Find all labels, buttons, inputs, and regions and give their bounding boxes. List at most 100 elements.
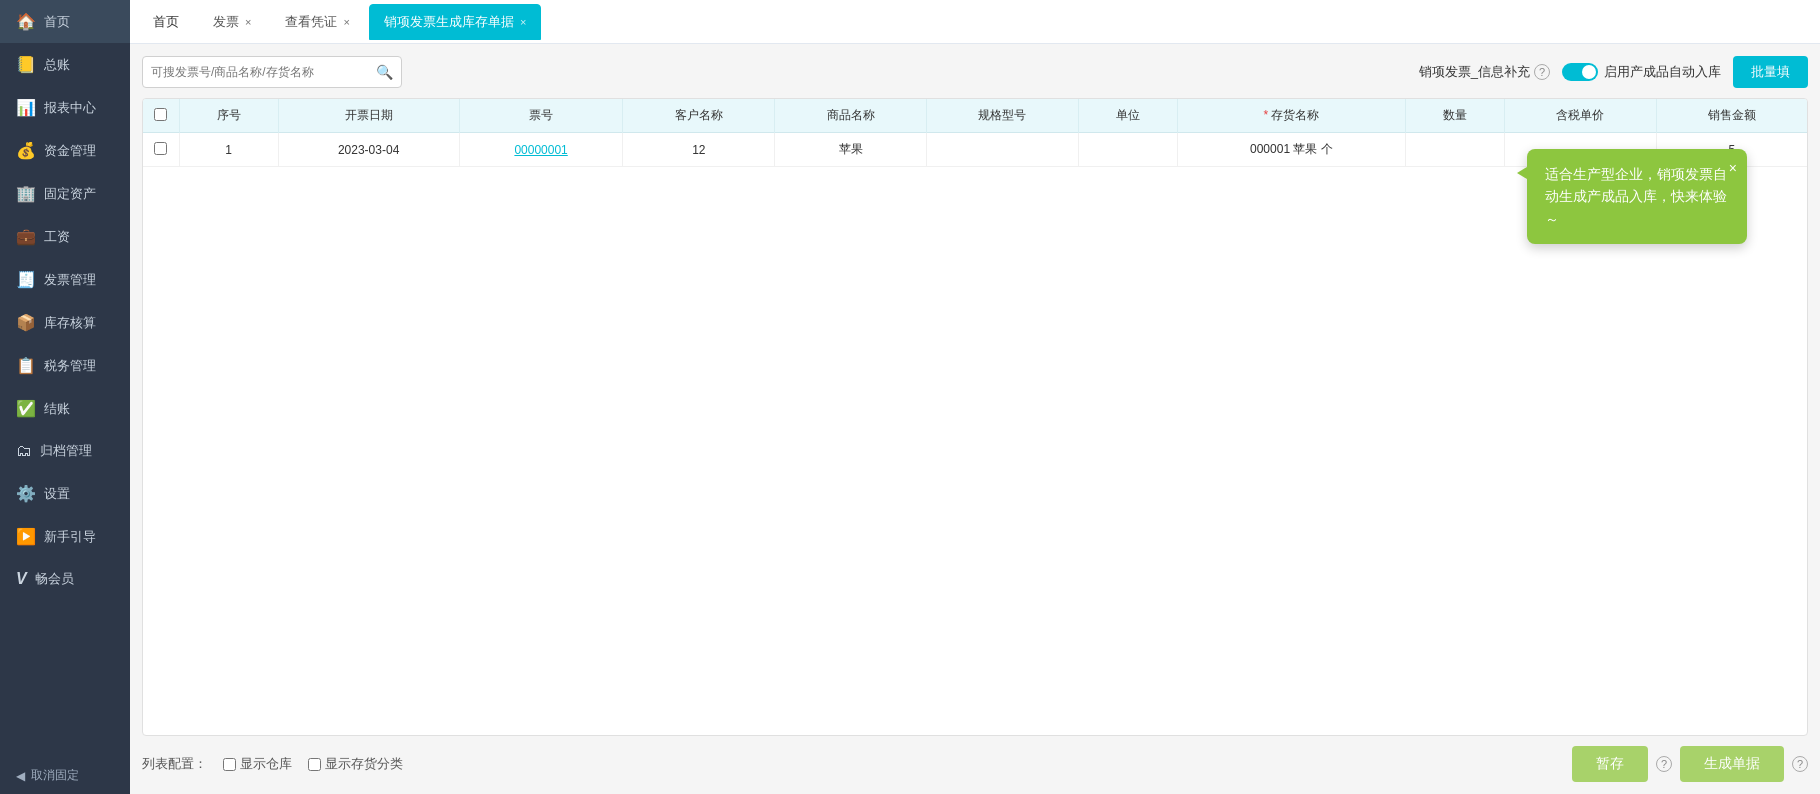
- tab-cancel-invoice-close[interactable]: ×: [520, 16, 526, 28]
- save-help-icon[interactable]: ?: [1656, 756, 1672, 772]
- tab-home[interactable]: 首页: [138, 4, 194, 40]
- search-wrap[interactable]: 🔍: [142, 56, 402, 88]
- tab-cancel-invoice-label: 销项发票生成库存单据: [384, 13, 514, 31]
- sidebar-item-label: 新手引导: [44, 528, 96, 546]
- sidebar-item-reports[interactable]: 📊 报表中心: [0, 86, 130, 129]
- sidebar-item-fixed-assets[interactable]: 🏢 固定资产: [0, 172, 130, 215]
- tooltip-popup: × 适合生产型企业，销项发票自动生成产成品入库，快来体验～: [1527, 149, 1747, 244]
- sidebar-item-inventory[interactable]: 📦 库存核算: [0, 301, 130, 344]
- toolbar-row: 🔍 销项发票_信息补充 ? 启用产成品自动入库 批量填: [142, 56, 1808, 88]
- row-checkbox[interactable]: [154, 142, 167, 155]
- header-unit: 单位: [1078, 99, 1177, 133]
- generate-button[interactable]: 生成单据: [1680, 746, 1784, 782]
- tax-icon: 📋: [16, 356, 36, 375]
- ticket-no-link[interactable]: 00000001: [514, 143, 567, 157]
- ledger-icon: 📒: [16, 55, 36, 74]
- unpin-label: 取消固定: [31, 767, 79, 784]
- show-warehouse-checkbox[interactable]: [223, 758, 236, 771]
- header-unit-price: 含税单价: [1504, 99, 1656, 133]
- tab-home-label: 首页: [153, 13, 179, 31]
- page-content: 🔍 销项发票_信息补充 ? 启用产成品自动入库 批量填: [130, 44, 1820, 794]
- unpin-button[interactable]: ◀ 取消固定: [0, 757, 130, 794]
- save-button[interactable]: 暂存: [1572, 746, 1648, 782]
- generate-help-icon[interactable]: ?: [1792, 756, 1808, 772]
- sidebar-item-label: 设置: [44, 485, 70, 503]
- select-all-checkbox[interactable]: [154, 108, 167, 121]
- table-header-row: 序号 开票日期 票号 客户名称 商品名称 规格型号 单位 存货名称 数量 含税单…: [143, 99, 1807, 133]
- bottom-bar: 列表配置： 显示仓库 显示存货分类 暂存 ? 生成单据 ?: [142, 736, 1808, 782]
- batch-fill-button[interactable]: 批量填: [1733, 56, 1808, 88]
- sidebar-item-payroll[interactable]: 💼 工资: [0, 215, 130, 258]
- tab-bar: 首页 发票 × 查看凭证 × 销项发票生成库存单据 ×: [130, 0, 1820, 44]
- assets-icon: 🏢: [16, 184, 36, 203]
- header-ticket-no: 票号: [459, 99, 623, 133]
- inventory-icon: 📦: [16, 313, 36, 332]
- tab-invoice-close[interactable]: ×: [245, 16, 251, 28]
- vip-icon: V: [16, 570, 27, 588]
- sidebar-item-label: 固定资产: [44, 185, 96, 203]
- row-quantity: [1405, 133, 1504, 167]
- row-unit: [1078, 133, 1177, 167]
- sidebar-item-general-ledger[interactable]: 📒 总账: [0, 43, 130, 86]
- tab-view-voucher[interactable]: 查看凭证 ×: [270, 4, 364, 40]
- settings-icon: ⚙️: [16, 484, 36, 503]
- sidebar-item-label: 结账: [44, 400, 70, 418]
- archive-icon: 🗂: [16, 442, 32, 460]
- tab-invoice-label: 发票: [213, 13, 239, 31]
- row-seq: 1: [179, 133, 278, 167]
- sidebar-item-settlement[interactable]: ✅ 结账: [0, 387, 130, 430]
- row-product: 苹果: [775, 133, 927, 167]
- row-spec: [927, 133, 1079, 167]
- sidebar-item-label: 畅会员: [35, 570, 74, 588]
- header-spec: 规格型号: [927, 99, 1079, 133]
- sidebar-item-label: 工资: [44, 228, 70, 246]
- header-inventory-name: 存货名称: [1177, 99, 1405, 133]
- row-ticket-no[interactable]: 00000001: [459, 133, 623, 167]
- show-warehouse-label[interactable]: 显示仓库: [223, 755, 292, 773]
- sidebar-item-label: 报表中心: [44, 99, 96, 117]
- auto-warehouse-toggle[interactable]: [1562, 63, 1598, 81]
- sidebar-item-tax-mgmt[interactable]: 📋 税务管理: [0, 344, 130, 387]
- tab-invoice[interactable]: 发票 ×: [198, 4, 266, 40]
- tooltip-close-button[interactable]: ×: [1729, 157, 1737, 179]
- home-icon: 🏠: [16, 12, 36, 31]
- show-category-label[interactable]: 显示存货分类: [308, 755, 403, 773]
- table-wrap: 序号 开票日期 票号 客户名称 商品名称 规格型号 单位 存货名称 数量 含税单…: [142, 98, 1808, 736]
- row-date: 2023-03-04: [278, 133, 459, 167]
- row-customer: 12: [623, 133, 775, 167]
- toggle-label: 启用产成品自动入库: [1604, 63, 1721, 81]
- sidebar-item-label: 首页: [44, 13, 70, 31]
- search-icon: 🔍: [376, 64, 393, 80]
- sidebar-item-invoice-mgmt[interactable]: 🧾 发票管理: [0, 258, 130, 301]
- show-category-checkbox[interactable]: [308, 758, 321, 771]
- sidebar-item-archive[interactable]: 🗂 归档管理: [0, 430, 130, 472]
- header-seq: 序号: [179, 99, 278, 133]
- search-input[interactable]: [151, 65, 376, 79]
- tooltip-text: 适合生产型企业，销项发票自动生成产成品入库，快来体验～: [1545, 166, 1727, 227]
- header-date: 开票日期: [278, 99, 459, 133]
- sidebar-item-label: 税务管理: [44, 357, 96, 375]
- tab-view-voucher-label: 查看凭证: [285, 13, 337, 31]
- row-inventory-name: 000001 苹果 个: [1177, 133, 1405, 167]
- sidebar-item-guide[interactable]: ▶️ 新手引导: [0, 515, 130, 558]
- sidebar-item-vip[interactable]: V 畅会员: [0, 558, 130, 600]
- sidebar-item-fund-mgmt[interactable]: 💰 资金管理: [0, 129, 130, 172]
- info-help-icon[interactable]: ?: [1534, 64, 1550, 80]
- header-checkbox-cell: [143, 99, 179, 133]
- info-label: 销项发票_信息补充 ?: [1419, 63, 1550, 81]
- header-customer: 客户名称: [623, 99, 775, 133]
- sidebar-item-label: 库存核算: [44, 314, 96, 332]
- guide-icon: ▶️: [16, 527, 36, 546]
- sidebar-item-home[interactable]: 🏠 首页: [0, 0, 130, 43]
- tab-cancel-invoice[interactable]: 销项发票生成库存单据 ×: [369, 4, 541, 40]
- tab-view-voucher-close[interactable]: ×: [343, 16, 349, 28]
- list-config-label: 列表配置：: [142, 755, 207, 773]
- toggle-wrap: 启用产成品自动入库: [1562, 63, 1721, 81]
- invoice-icon: 🧾: [16, 270, 36, 289]
- sidebar: 🏠 首页 📒 总账 📊 报表中心 💰 资金管理 🏢 固定资产 💼 工资 🧾 发票…: [0, 0, 130, 794]
- sidebar-item-label: 发票管理: [44, 271, 96, 289]
- sidebar-item-label: 归档管理: [40, 442, 92, 460]
- sidebar-item-settings[interactable]: ⚙️ 设置: [0, 472, 130, 515]
- main-content: 首页 发票 × 查看凭证 × 销项发票生成库存单据 × 🔍 销项发票_信息补充: [130, 0, 1820, 794]
- payroll-icon: 💼: [16, 227, 36, 246]
